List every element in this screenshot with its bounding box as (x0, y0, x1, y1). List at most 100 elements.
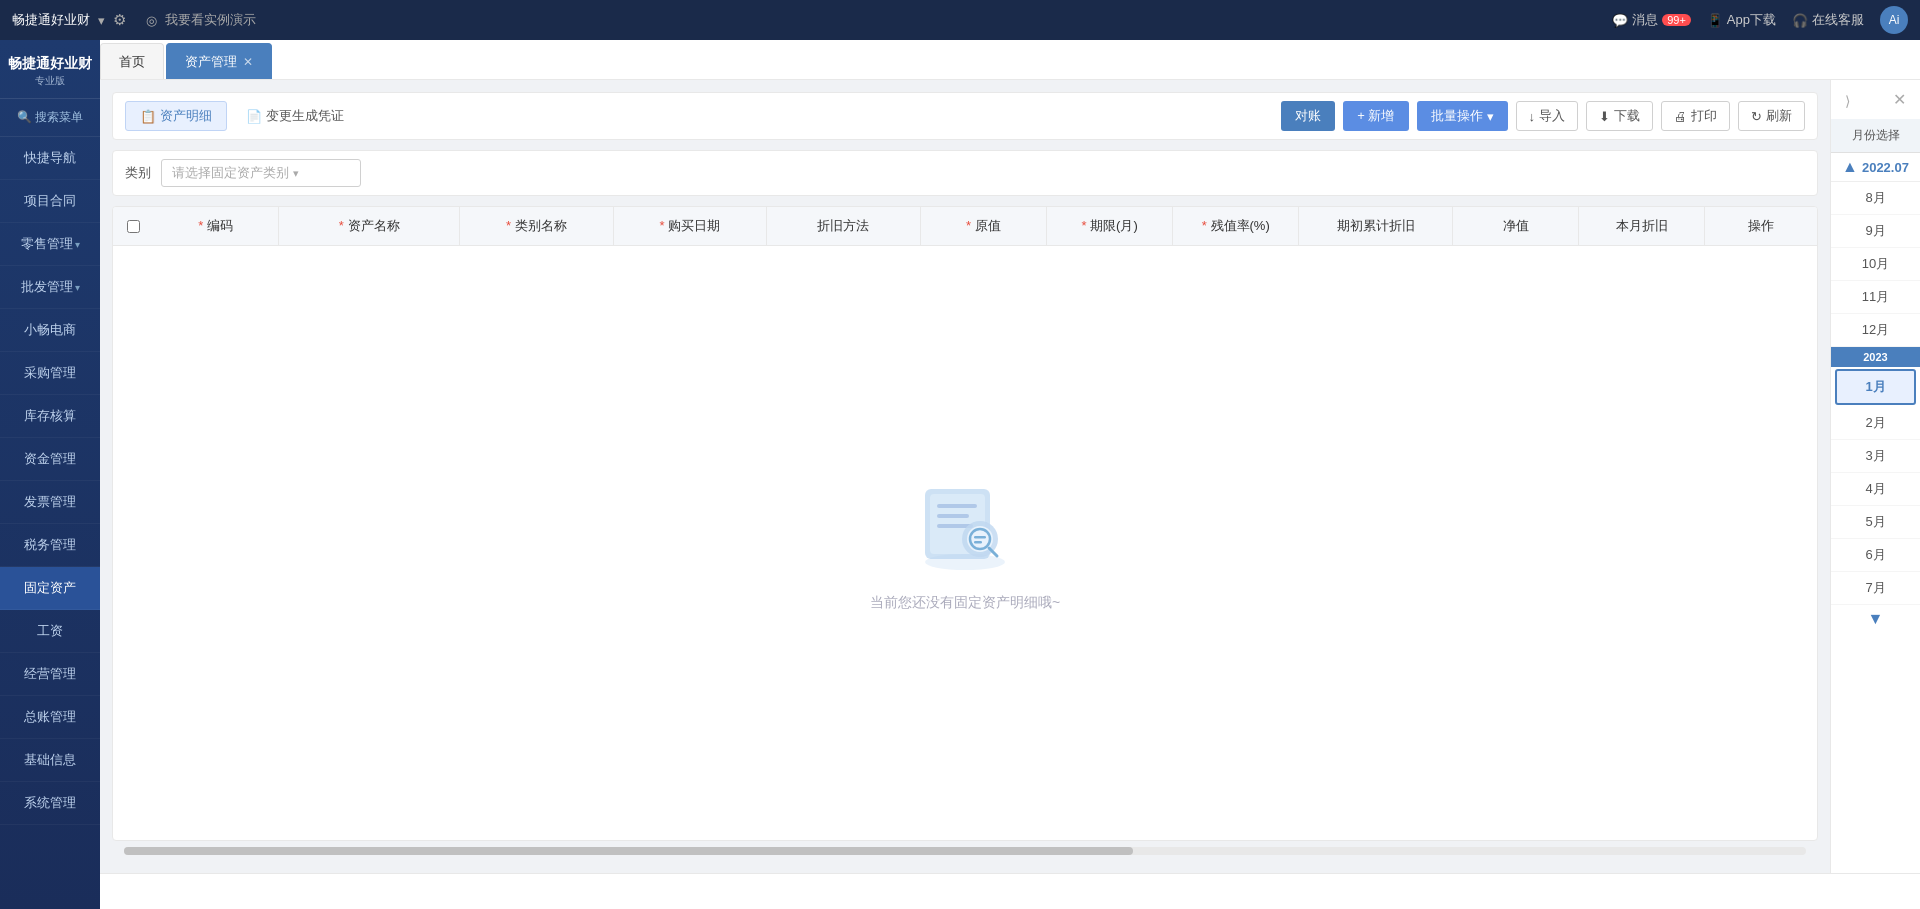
refresh-button[interactable]: ↻ 刷新 (1738, 101, 1805, 131)
sidebar: 畅捷通好业财 专业版 🔍 搜索菜单 快捷导航 项目合同 零售管理 ▾ 批发管理 … (0, 40, 100, 909)
month-item-5[interactable]: 5月 (1831, 506, 1920, 539)
month-item-1-current[interactable]: 1月 (1835, 369, 1916, 405)
col-header-action: 操作 (1705, 207, 1817, 245)
sidebar-item-basic-info[interactable]: 基础信息 (0, 739, 100, 782)
sidebar-item-tax[interactable]: 税务管理 (0, 524, 100, 567)
app-icon: 📱 (1707, 13, 1723, 28)
month-panel-close-icon[interactable]: ✕ (1887, 84, 1912, 115)
sidebar-item-label: 工资 (37, 622, 63, 640)
table-checkbox-all[interactable] (113, 220, 153, 233)
main-layout: 畅捷通好业财 专业版 🔍 搜索菜单 快捷导航 项目合同 零售管理 ▾ 批发管理 … (0, 40, 1920, 909)
sidebar-item-label: 固定资产 (24, 579, 76, 597)
sidebar-item-project[interactable]: 项目合同 (0, 180, 100, 223)
month-panel-expand-icon[interactable]: ⟩ (1839, 87, 1856, 115)
sidebar-item-system[interactable]: 系统管理 (0, 782, 100, 825)
import-label: 导入 (1539, 107, 1565, 125)
reconcile-button[interactable]: 对账 (1281, 101, 1335, 131)
month-year-nav: ▲ 2022.07 (1835, 159, 1916, 175)
month-item-11[interactable]: 11月 (1831, 281, 1920, 314)
sidebar-item-wholesale[interactable]: 批发管理 ▾ (0, 266, 100, 309)
scrollbar-thumb[interactable] (124, 847, 1133, 855)
sub-tabs-bar: 📋 资产明细 📄 变更生成凭证 对账 + 新增 批量操作 ▾ (112, 92, 1818, 140)
app-download-btn[interactable]: 📱 App下载 (1707, 11, 1776, 29)
sidebar-item-ledger[interactable]: 总账管理 (0, 696, 100, 739)
message-badge: 99+ (1662, 14, 1691, 26)
batch-dropdown-icon: ▾ (1487, 109, 1494, 124)
message-label: 消息 (1632, 11, 1658, 29)
month-item-9[interactable]: 9月 (1831, 215, 1920, 248)
sidebar-item-salary[interactable]: 工资 (0, 610, 100, 653)
svg-rect-11 (974, 541, 982, 544)
message-btn[interactable]: 💬 消息 99+ (1612, 11, 1691, 29)
col-header-net: 净值 (1453, 207, 1579, 245)
category-select[interactable]: 请选择固定资产类别 ▾ (161, 159, 361, 187)
toolbar-actions: 对账 + 新增 批量操作 ▾ ↓ 导入 ⬇ 下载 (1281, 101, 1805, 131)
sidebar-item-operations[interactable]: 经营管理 (0, 653, 100, 696)
batch-label: 批量操作 (1431, 107, 1483, 125)
sidebar-item-ecommerce[interactable]: 小畅电商 (0, 309, 100, 352)
app-download-label: App下载 (1727, 11, 1776, 29)
month-item-8[interactable]: 8月 (1831, 182, 1920, 215)
sidebar-item-fixed-assets[interactable]: 固定资产 (0, 567, 100, 610)
sidebar-item-quick-nav[interactable]: 快捷导航 (0, 137, 100, 180)
tab-close-icon[interactable]: ✕ (243, 55, 253, 69)
app-edition: 专业版 (8, 74, 92, 88)
col-header-code: * 编码 (153, 207, 279, 245)
sub-tab-asset-detail[interactable]: 📋 资产明细 (125, 101, 227, 131)
sidebar-item-purchase[interactable]: 采购管理 (0, 352, 100, 395)
print-button[interactable]: 🖨 打印 (1661, 101, 1730, 131)
table-scrollbar[interactable] (124, 847, 1806, 855)
online-service-btn[interactable]: 🎧 在线客服 (1792, 11, 1864, 29)
month-item-7[interactable]: 7月 (1831, 572, 1920, 605)
company-name[interactable]: 畅捷通好业财 (12, 11, 90, 29)
asset-table: * 编码 * 资产名称 * 类别名称 * 购买日 (112, 206, 1818, 841)
sidebar-item-label: 小畅电商 (24, 321, 76, 339)
sidebar-item-label: 发票管理 (24, 493, 76, 511)
sidebar-item-label: 税务管理 (24, 536, 76, 554)
month-item-2[interactable]: 2月 (1831, 407, 1920, 440)
import-button[interactable]: ↓ 导入 (1516, 101, 1579, 131)
settings-icon[interactable]: ⚙ (113, 11, 126, 29)
col-header-name: * 资产名称 (279, 207, 460, 245)
category-placeholder: 请选择固定资产类别 (172, 164, 289, 182)
month-next-btn[interactable]: ▼ (1868, 611, 1884, 627)
tab-asset-mgmt[interactable]: 资产管理 ✕ (166, 43, 272, 79)
batch-button[interactable]: 批量操作 ▾ (1417, 101, 1508, 131)
app-logo-text: 畅捷通好业财 (8, 54, 92, 72)
sub-tab-change-voucher[interactable]: 📄 变更生成凭证 (231, 101, 359, 131)
user-avatar[interactable]: Ai (1880, 6, 1908, 34)
month-prev-btn[interactable]: ▲ (1842, 159, 1858, 175)
sidebar-item-invoice[interactable]: 发票管理 (0, 481, 100, 524)
svg-rect-10 (974, 536, 986, 539)
download-button[interactable]: ⬇ 下载 (1586, 101, 1653, 131)
month-item-3[interactable]: 3月 (1831, 440, 1920, 473)
tab-asset-mgmt-label: 资产管理 (185, 53, 237, 71)
refresh-label: 刷新 (1766, 107, 1792, 125)
month-item-4[interactable]: 4月 (1831, 473, 1920, 506)
download-icon: ⬇ (1599, 109, 1610, 124)
demo-link[interactable]: 我要看实例演示 (165, 11, 256, 29)
sidebar-item-finance[interactable]: 资金管理 (0, 438, 100, 481)
sidebar-item-inventory[interactable]: 库存核算 (0, 395, 100, 438)
col-header-method: 折旧方法 (767, 207, 921, 245)
month-item-12[interactable]: 12月 (1831, 314, 1920, 347)
empty-text: 当前您还没有固定资产明细哦~ (870, 594, 1060, 612)
tab-home[interactable]: 首页 (100, 43, 164, 79)
month-item-6[interactable]: 6月 (1831, 539, 1920, 572)
company-dropdown-icon[interactable]: ▾ (98, 13, 105, 28)
print-icon: 🖨 (1674, 109, 1687, 124)
table-header: * 编码 * 资产名称 * 类别名称 * 购买日 (113, 207, 1817, 246)
year-2023-badge: 2023 (1831, 347, 1920, 367)
change-voucher-icon: 📄 (246, 109, 262, 124)
add-button[interactable]: + 新增 (1343, 101, 1408, 131)
sidebar-item-retail[interactable]: 零售管理 ▾ (0, 223, 100, 266)
service-icon: 🎧 (1792, 13, 1808, 28)
empty-state: 当前您还没有固定资产明细哦~ (113, 246, 1817, 840)
sidebar-search[interactable]: 🔍 搜索菜单 (0, 99, 100, 137)
col-header-period: * 期限(月) (1047, 207, 1173, 245)
month-next-nav: ▼ (1831, 605, 1920, 633)
check-all-input[interactable] (127, 220, 140, 233)
month-item-10[interactable]: 10月 (1831, 248, 1920, 281)
empty-illustration (905, 474, 1025, 574)
svg-rect-4 (937, 514, 969, 518)
